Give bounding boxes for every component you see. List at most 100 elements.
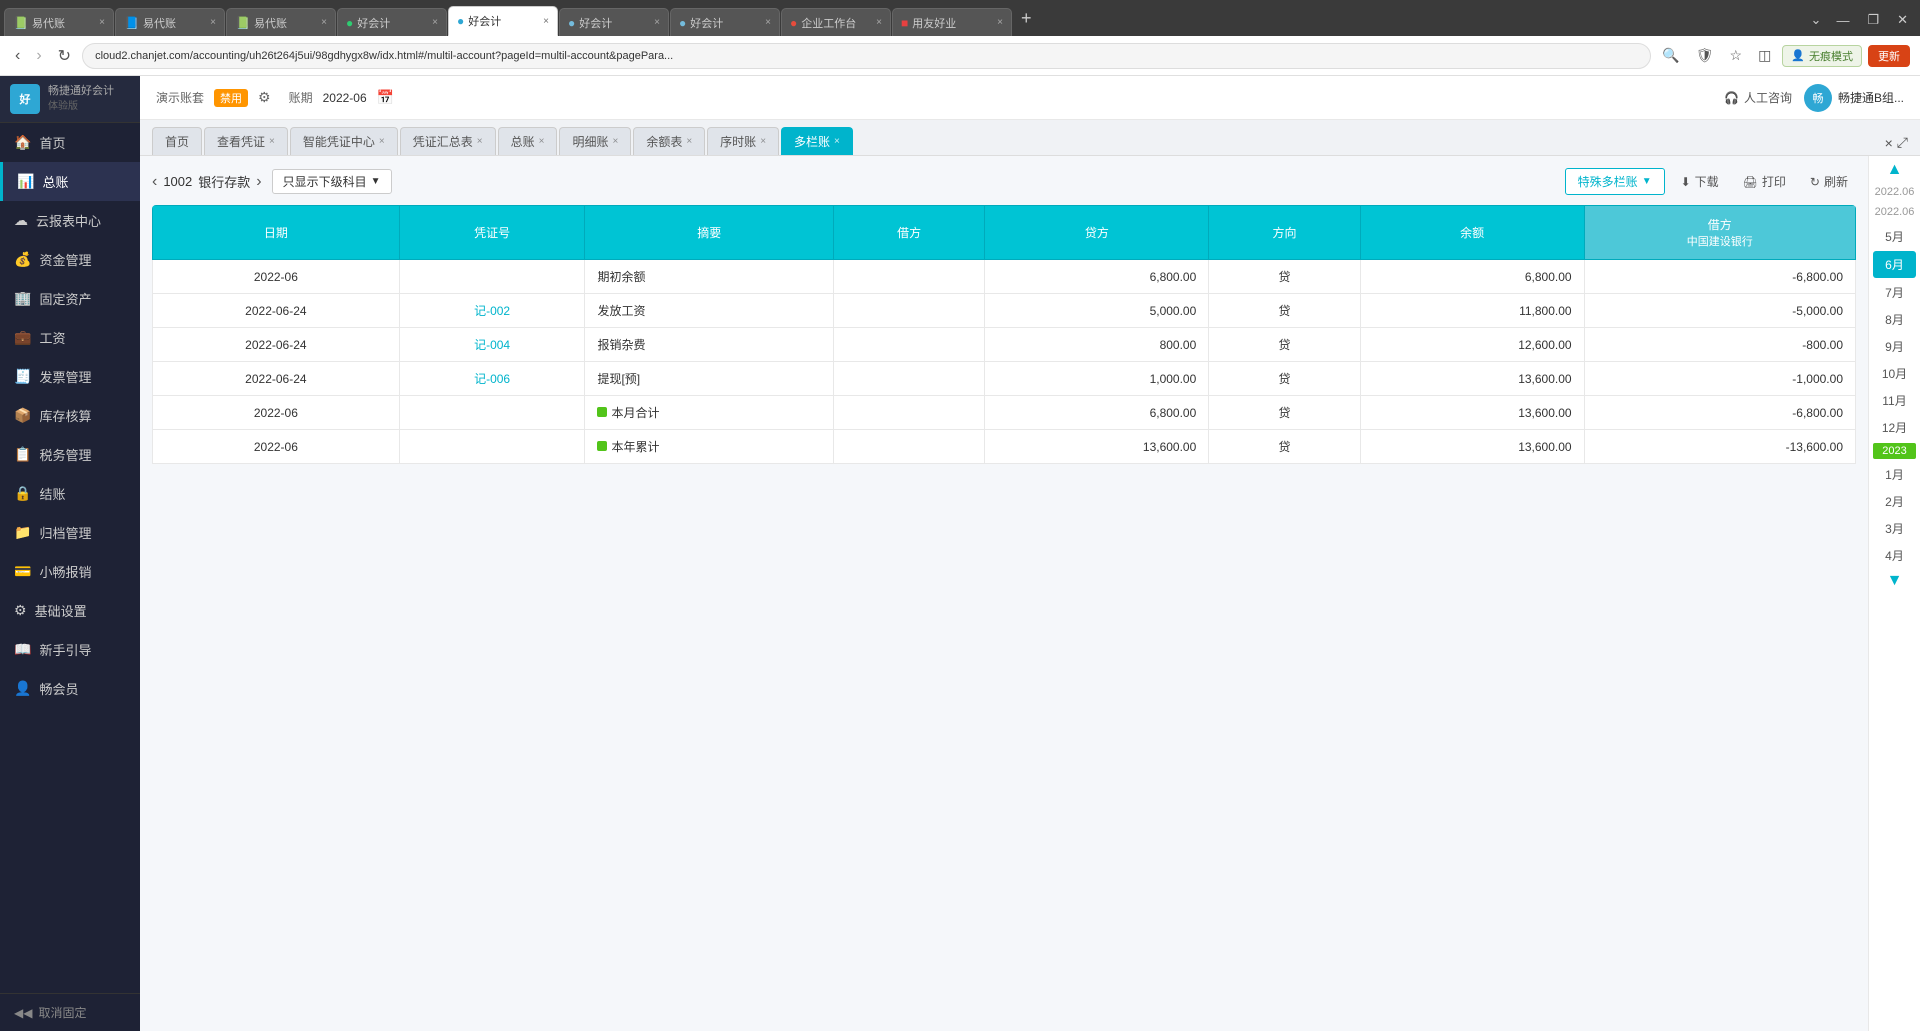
- tab-voucher-summary-close[interactable]: ×: [477, 136, 483, 147]
- wuhen-mode-button[interactable]: 👤 无痕模式: [1782, 45, 1862, 67]
- sidebar-item-general-ledger[interactable]: 📊 总账: [0, 162, 140, 201]
- month-item-12[interactable]: 12月: [1869, 414, 1920, 441]
- back-button[interactable]: ‹: [10, 44, 25, 68]
- tab-bar-right-buttons: × ⤢: [1885, 134, 1908, 155]
- tab3-close[interactable]: ×: [321, 17, 327, 28]
- month-item-9[interactable]: 9月: [1869, 333, 1920, 360]
- sidebar-item-cloud-report[interactable]: ☁ 云报表中心: [0, 201, 140, 240]
- multi-ledger-button[interactable]: 特殊多栏账 ▼: [1565, 168, 1665, 195]
- year-2023-badge[interactable]: 2023: [1873, 443, 1916, 459]
- browser-tab-6[interactable]: ● 好会计 ×: [559, 8, 669, 36]
- tab-home[interactable]: 首页: [152, 127, 202, 155]
- tab1-close[interactable]: ×: [99, 17, 105, 28]
- forward-button[interactable]: ›: [31, 44, 46, 68]
- reload-button[interactable]: ↻: [53, 43, 76, 69]
- tab-sequential-close[interactable]: ×: [760, 136, 766, 147]
- tab-voucher-close[interactable]: ×: [269, 136, 275, 147]
- browser-tab-4[interactable]: ● 好会计 ×: [337, 8, 447, 36]
- tab-sequential[interactable]: 序时账 ×: [707, 127, 779, 155]
- month-item-2023-3[interactable]: 3月: [1869, 515, 1920, 542]
- tab9-close[interactable]: ×: [997, 17, 1003, 28]
- expand-panel-button[interactable]: ⤢: [1897, 134, 1908, 151]
- tab7-close[interactable]: ×: [765, 17, 771, 28]
- bookmark-star-icon[interactable]: ☆: [1725, 44, 1748, 67]
- browser-tab-8[interactable]: ● 企业工作台 ×: [781, 8, 891, 36]
- panel-up-arrow[interactable]: ▲: [1869, 158, 1920, 182]
- tab5-close[interactable]: ×: [543, 16, 549, 27]
- month-item-5[interactable]: 5月: [1869, 223, 1920, 250]
- search-icon[interactable]: 🔍: [1657, 44, 1684, 67]
- right-panel-year-2022-a[interactable]: 2022.06: [1869, 182, 1920, 202]
- sidebar-item-member[interactable]: 👤 畅会员: [0, 669, 140, 708]
- tab-detail-ledger[interactable]: 明细账 ×: [559, 127, 631, 155]
- panel-down-arrow[interactable]: ▼: [1869, 569, 1920, 593]
- filter-dropdown[interactable]: 只显示下级科目 ▼: [272, 169, 392, 194]
- month-item-2023-1[interactable]: 1月: [1869, 461, 1920, 488]
- month-item-7[interactable]: 7月: [1869, 279, 1920, 306]
- tab-general-ledger[interactable]: 总账 ×: [498, 127, 558, 155]
- cell-voucher[interactable]: 记-006: [399, 362, 585, 396]
- month-item-10[interactable]: 10月: [1869, 360, 1920, 387]
- address-input[interactable]: [82, 43, 1651, 69]
- unpin-button[interactable]: ◀◀ 取消固定: [0, 993, 140, 1031]
- tab-voucher[interactable]: 查看凭证 ×: [204, 127, 288, 155]
- tab-multi-column-close[interactable]: ×: [834, 136, 840, 147]
- sidebar-item-settings[interactable]: ⚙ 基础设置: [0, 591, 140, 630]
- consult-button[interactable]: 🎧 人工咨询: [1724, 89, 1792, 106]
- minimize-button[interactable]: —: [1828, 11, 1857, 30]
- sidebar-item-home[interactable]: 🏠 首页: [0, 123, 140, 162]
- account-prev-button[interactable]: ‹: [152, 173, 157, 191]
- tab-detail-ledger-close[interactable]: ×: [612, 136, 618, 147]
- tab-voucher-summary[interactable]: 凭证汇总表 ×: [400, 127, 496, 155]
- browser-tab-7[interactable]: ● 好会计 ×: [670, 8, 780, 36]
- sidebar-item-archive[interactable]: 📁 归档管理: [0, 513, 140, 552]
- sidebar-item-close-period[interactable]: 🔒 结账: [0, 474, 140, 513]
- tab4-close[interactable]: ×: [432, 17, 438, 28]
- month-item-2023-4[interactable]: 4月: [1869, 542, 1920, 569]
- sidebar-item-expense[interactable]: 💳 小畅报销: [0, 552, 140, 591]
- month-item-2023-2[interactable]: 2月: [1869, 488, 1920, 515]
- sidebar-item-fixed-assets[interactable]: 🏢 固定资产: [0, 279, 140, 318]
- browser-tab-2[interactable]: 📘 易代账 ×: [115, 8, 225, 36]
- settings-gear-button[interactable]: ⚙: [258, 89, 271, 106]
- collapse-panel-button[interactable]: ×: [1885, 135, 1893, 151]
- tab6-close[interactable]: ×: [654, 17, 660, 28]
- sidebar-item-salary[interactable]: 💼 工资: [0, 318, 140, 357]
- tab8-close[interactable]: ×: [876, 17, 882, 28]
- print-button[interactable]: 🖨 打印: [1735, 169, 1794, 194]
- browser-tab-1[interactable]: 📗 易代账 ×: [4, 8, 114, 36]
- restore-button[interactable]: ❐: [1859, 10, 1887, 30]
- right-panel-year-2022-b[interactable]: 2022.06: [1869, 202, 1920, 222]
- month-item-8[interactable]: 8月: [1869, 306, 1920, 333]
- tab-smart-voucher[interactable]: 智能凭证中心 ×: [290, 127, 398, 155]
- extension-icon[interactable]: 🛡: [1691, 44, 1719, 67]
- horizontal-scrollbar[interactable]: [152, 1009, 1856, 1019]
- tab-smart-voucher-close[interactable]: ×: [379, 136, 385, 147]
- close-button[interactable]: ✕: [1889, 10, 1916, 30]
- month-item-11[interactable]: 11月: [1869, 387, 1920, 414]
- sidebar-item-tax[interactable]: 📋 税务管理: [0, 435, 140, 474]
- tab-balance-close[interactable]: ×: [686, 136, 692, 147]
- sidebar-toggle-icon[interactable]: ◫: [1753, 44, 1776, 67]
- month-item-6-active[interactable]: 6月: [1873, 251, 1916, 278]
- sidebar-item-fund[interactable]: 💰 资金管理: [0, 240, 140, 279]
- update-button[interactable]: 更新: [1868, 45, 1910, 67]
- tab-balance[interactable]: 余额表 ×: [633, 127, 705, 155]
- tab2-close[interactable]: ×: [210, 17, 216, 28]
- sidebar-item-guide[interactable]: 📖 新手引导: [0, 630, 140, 669]
- new-tab-button[interactable]: +: [1013, 8, 1040, 29]
- browser-tab-5-active[interactable]: ● 好会计 ×: [448, 6, 558, 36]
- tab-list-button[interactable]: ⌄: [1806, 10, 1827, 30]
- calendar-icon[interactable]: 📅: [377, 89, 394, 106]
- account-next-button[interactable]: ›: [256, 173, 261, 191]
- download-button[interactable]: ⬇ 下载: [1673, 169, 1727, 194]
- sidebar-item-invoice[interactable]: 🧾 发票管理: [0, 357, 140, 396]
- refresh-button[interactable]: ↻ 刷新: [1802, 169, 1856, 194]
- cell-voucher[interactable]: 记-002: [399, 294, 585, 328]
- browser-tab-9[interactable]: ■ 用友好业 ×: [892, 8, 1012, 36]
- cell-voucher[interactable]: 记-004: [399, 328, 585, 362]
- browser-tab-3[interactable]: 📗 易代账 ×: [226, 8, 336, 36]
- sidebar-item-inventory[interactable]: 📦 库存核算: [0, 396, 140, 435]
- tab-general-ledger-close[interactable]: ×: [539, 136, 545, 147]
- tab-multi-column[interactable]: 多栏账 ×: [781, 127, 853, 155]
